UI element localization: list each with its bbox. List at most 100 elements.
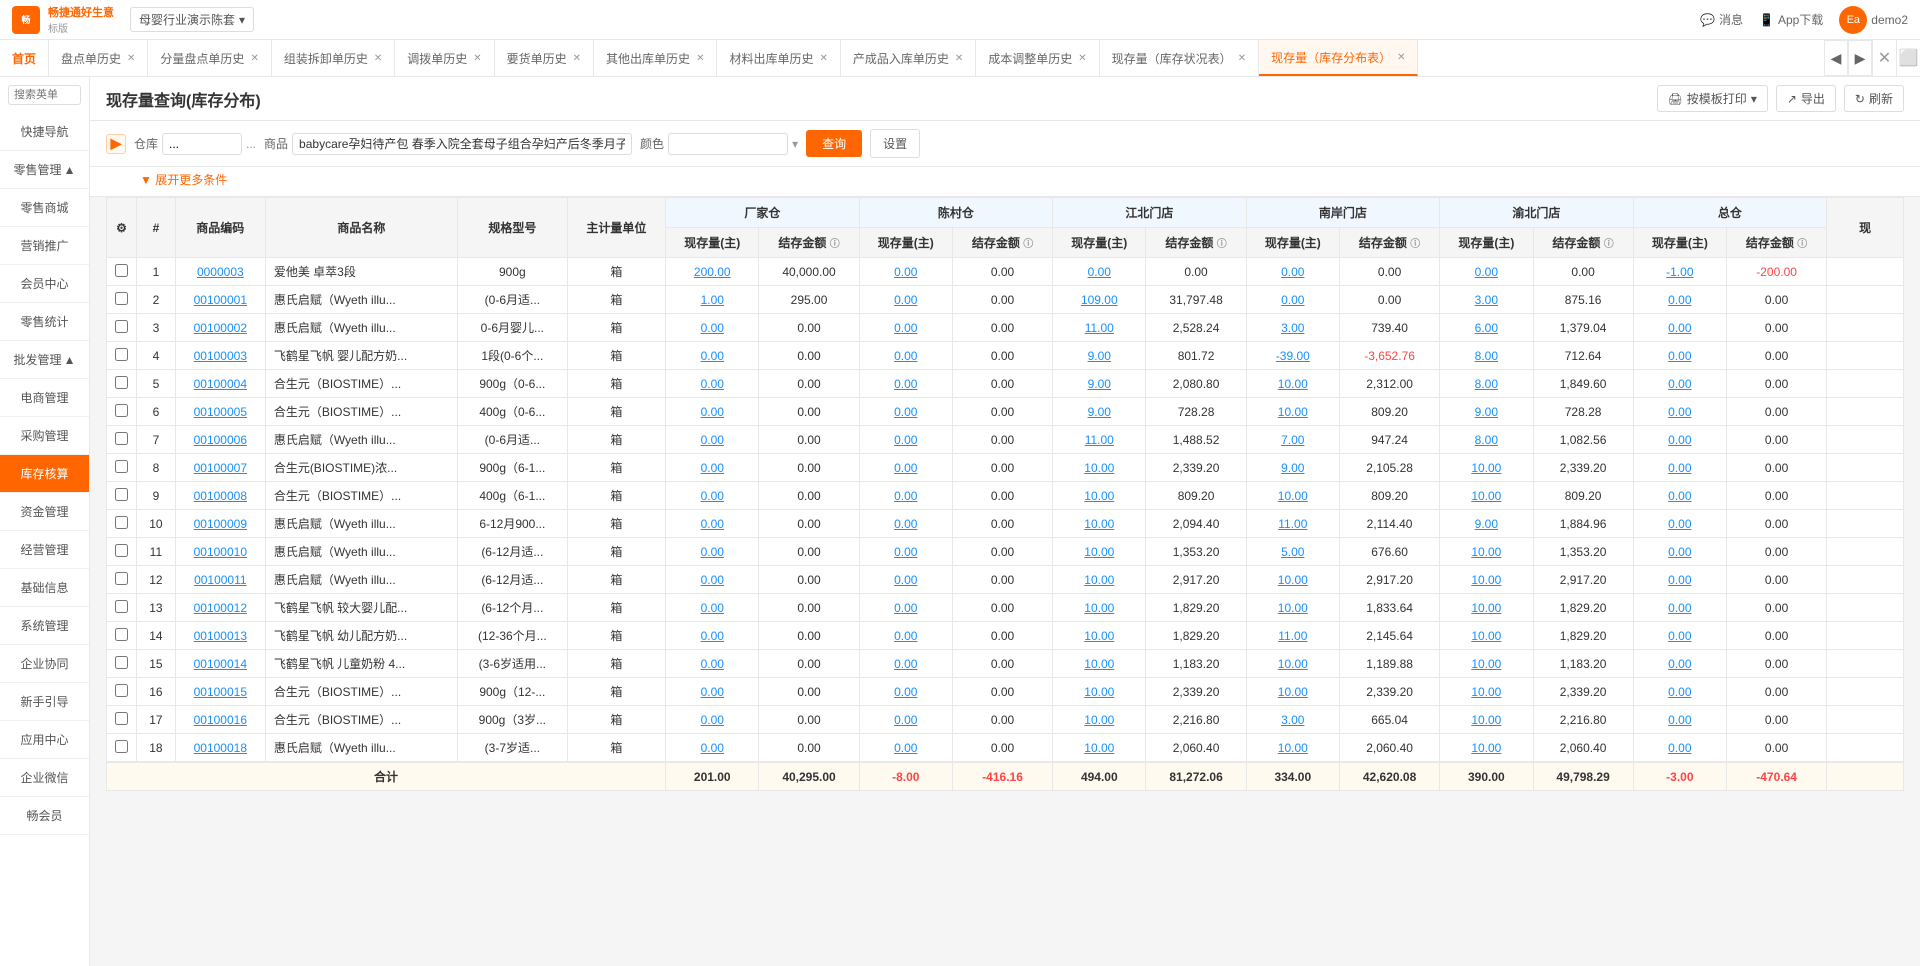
row-nanan-qty[interactable]: 10.00 (1246, 594, 1339, 622)
row-jiangbei-qty[interactable]: 11.00 (1053, 426, 1146, 454)
row-nanan-qty[interactable]: 10.00 (1246, 734, 1339, 763)
row-changjia-qty[interactable]: 0.00 (666, 370, 759, 398)
row-zongcang-qty[interactable]: 0.00 (1633, 482, 1726, 510)
row-zongcang-qty[interactable]: 0.00 (1633, 734, 1726, 763)
tab-transfer[interactable]: 调拨单历史 ✕ (395, 40, 494, 76)
row-checkbox[interactable] (107, 342, 137, 370)
col-settings[interactable]: ⚙ (107, 198, 137, 258)
row-zongcang-qty[interactable]: 0.00 (1633, 454, 1726, 482)
nav-arrow-left[interactable]: ◀ (1824, 40, 1848, 76)
info-icon-1[interactable]: ⓘ (830, 239, 840, 250)
nav-arrow-right[interactable]: ▶ (1848, 40, 1872, 76)
row-chencun-qty[interactable]: 0.00 (859, 286, 952, 314)
row-jiangbei-qty[interactable]: 10.00 (1053, 678, 1146, 706)
row-checkbox[interactable] (107, 734, 137, 763)
row-chencun-qty[interactable]: 0.00 (859, 342, 952, 370)
row-yubei-qty[interactable]: 0.00 (1440, 258, 1533, 286)
sidebar-item-enterprise-collab[interactable]: 企业协同 (0, 645, 89, 683)
row-nanan-qty[interactable]: 3.00 (1246, 314, 1339, 342)
row-nanan-qty[interactable]: 5.00 (1246, 538, 1339, 566)
row-yubei-qty[interactable]: 9.00 (1440, 398, 1533, 426)
row-yubei-qty[interactable]: 10.00 (1440, 678, 1533, 706)
info-icon-2[interactable]: ⓘ (1023, 239, 1033, 250)
sidebar-item-wechat[interactable]: 企业微信 (0, 759, 89, 797)
sidebar-item-system[interactable]: 系统管理 (0, 607, 89, 645)
row-jiangbei-qty[interactable]: 10.00 (1053, 734, 1146, 763)
row-chencun-qty[interactable]: 0.00 (859, 734, 952, 763)
refresh-btn[interactable]: ↻ 刷新 (1844, 85, 1904, 112)
row-checkbox[interactable] (107, 398, 137, 426)
row-chencun-qty[interactable]: 0.00 (859, 454, 952, 482)
row-changjia-qty[interactable]: 0.00 (666, 734, 759, 763)
settings-btn[interactable]: 设置 (870, 129, 920, 158)
row-jiangbei-qty[interactable]: 9.00 (1053, 342, 1146, 370)
row-zongcang-qty[interactable]: 0.00 (1633, 678, 1726, 706)
row-yubei-qty[interactable]: 10.00 (1440, 566, 1533, 594)
row-yubei-qty[interactable]: 10.00 (1440, 622, 1533, 650)
row-chencun-qty[interactable]: 0.00 (859, 398, 952, 426)
info-icon-6[interactable]: ⓘ (1797, 239, 1807, 250)
row-yubei-qty[interactable]: 8.00 (1440, 426, 1533, 454)
sidebar-item-newbie[interactable]: 新手引导 (0, 683, 89, 721)
sidebar-item-operations[interactable]: 经营管理 (0, 531, 89, 569)
row-changjia-qty[interactable]: 0.00 (666, 566, 759, 594)
table-container[interactable]: ⚙ # 商品编码 商品名称 规格型号 主计量单位 厂家仓 陈村仓 江北门店 南岸… (90, 197, 1920, 966)
row-zongcang-qty[interactable]: 0.00 (1633, 314, 1726, 342)
tab-cost-adjust-close[interactable]: ✕ (1078, 53, 1086, 64)
sidebar-item-basic-info[interactable]: 基础信息 (0, 569, 89, 607)
row-goods-code[interactable]: 0000003 (175, 258, 265, 286)
info-icon-3[interactable]: ⓘ (1217, 239, 1227, 250)
row-jiangbei-qty[interactable]: 9.00 (1053, 398, 1146, 426)
row-yubei-qty[interactable]: 8.00 (1440, 342, 1533, 370)
row-chencun-qty[interactable]: 0.00 (859, 706, 952, 734)
sidebar-item-marketing[interactable]: 营销推广 (0, 227, 89, 265)
row-jiangbei-qty[interactable]: 10.00 (1053, 454, 1146, 482)
row-jiangbei-qty[interactable]: 10.00 (1053, 538, 1146, 566)
row-changjia-qty[interactable]: 0.00 (666, 342, 759, 370)
tab-cost-adjust[interactable]: 成本调整单历史 ✕ (976, 40, 1099, 76)
tab-stocktake-close[interactable]: ✕ (127, 53, 135, 64)
row-checkbox[interactable] (107, 258, 137, 286)
export-btn[interactable]: ↗ 导出 (1776, 85, 1836, 112)
row-jiangbei-qty[interactable]: 11.00 (1053, 314, 1146, 342)
tab-inventory-dist[interactable]: 现存量（库存分布表） ✕ (1259, 40, 1418, 76)
row-nanan-qty[interactable]: 10.00 (1246, 678, 1339, 706)
row-jiangbei-qty[interactable]: 9.00 (1053, 370, 1146, 398)
row-yubei-qty[interactable]: 9.00 (1440, 510, 1533, 538)
row-goods-code[interactable]: 00100008 (175, 482, 265, 510)
row-jiangbei-qty[interactable]: 10.00 (1053, 482, 1146, 510)
tab-other-out-close[interactable]: ✕ (696, 53, 704, 64)
row-zongcang-qty[interactable]: 0.00 (1633, 566, 1726, 594)
row-nanan-qty[interactable]: 10.00 (1246, 650, 1339, 678)
row-yubei-qty[interactable]: 6.00 (1440, 314, 1533, 342)
row-yubei-qty[interactable]: 10.00 (1440, 538, 1533, 566)
row-goods-code[interactable]: 00100010 (175, 538, 265, 566)
row-changjia-qty[interactable]: 0.00 (666, 454, 759, 482)
row-checkbox[interactable] (107, 454, 137, 482)
row-nanan-qty[interactable]: 7.00 (1246, 426, 1339, 454)
row-zongcang-qty[interactable]: 0.00 (1633, 650, 1726, 678)
row-zongcang-qty[interactable]: 0.00 (1633, 622, 1726, 650)
row-yubei-qty[interactable]: 10.00 (1440, 706, 1533, 734)
row-zongcang-qty[interactable]: 0.00 (1633, 286, 1726, 314)
row-jiangbei-qty[interactable]: 109.00 (1053, 286, 1146, 314)
nav-close-all[interactable]: ✕ (1872, 40, 1896, 76)
row-chencun-qty[interactable]: 0.00 (859, 622, 952, 650)
row-checkbox[interactable] (107, 482, 137, 510)
tab-assembly[interactable]: 组装拆卸单历史 ✕ (272, 40, 395, 76)
row-checkbox[interactable] (107, 314, 137, 342)
row-goods-code[interactable]: 00100011 (175, 566, 265, 594)
sidebar-item-ecommerce[interactable]: 电商管理 (0, 379, 89, 417)
row-checkbox[interactable] (107, 678, 137, 706)
row-chencun-qty[interactable]: 0.00 (859, 370, 952, 398)
row-goods-code[interactable]: 00100015 (175, 678, 265, 706)
row-zongcang-qty[interactable]: 0.00 (1633, 594, 1726, 622)
row-changjia-qty[interactable]: 0.00 (666, 510, 759, 538)
row-goods-code[interactable]: 00100007 (175, 454, 265, 482)
row-chencun-qty[interactable]: 0.00 (859, 594, 952, 622)
tab-stocktake[interactable]: 盘点单历史 ✕ (49, 40, 148, 76)
row-changjia-qty[interactable]: 0.00 (666, 538, 759, 566)
row-changjia-qty[interactable]: 0.00 (666, 706, 759, 734)
row-chencun-qty[interactable]: 0.00 (859, 314, 952, 342)
sidebar-item-member-plus[interactable]: 畅会员 (0, 797, 89, 835)
